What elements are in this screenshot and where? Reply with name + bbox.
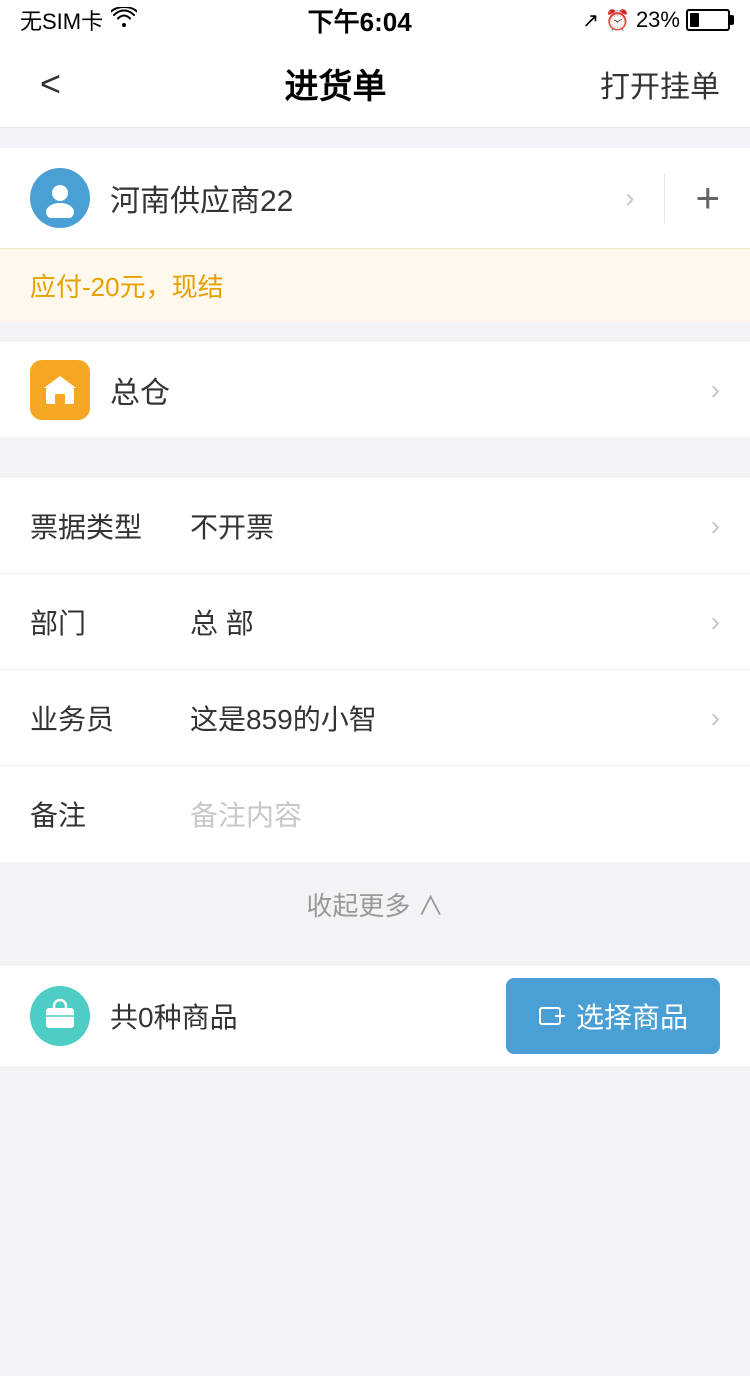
product-icon bbox=[30, 986, 90, 1046]
warehouse-row[interactable]: 总仓 › bbox=[0, 342, 750, 438]
location-icon: ↗ bbox=[582, 8, 599, 33]
alarm-icon: ⏰ bbox=[605, 8, 630, 33]
back-button[interactable]: < bbox=[30, 53, 71, 115]
invoice-type-arrow-icon: › bbox=[711, 510, 720, 542]
battery-icon bbox=[686, 9, 730, 31]
status-right: ↗ ⏰ 23% bbox=[582, 7, 730, 33]
select-product-button[interactable]: 选择商品 bbox=[506, 978, 720, 1054]
bottom-bar: 共0种商品 选择商品 bbox=[0, 966, 750, 1066]
section-gap-3 bbox=[0, 438, 750, 458]
battery-percent: 23% bbox=[636, 7, 680, 33]
warehouse-icon bbox=[30, 360, 90, 420]
carrier-label: 无SIM卡 bbox=[20, 4, 103, 36]
open-pending-button[interactable]: 打开挂单 bbox=[600, 62, 720, 106]
page-title: 进货单 bbox=[285, 59, 387, 108]
department-label: 部门 bbox=[30, 602, 170, 642]
invoice-type-value: 不开票 bbox=[190, 506, 711, 546]
department-value: 总 部 bbox=[190, 602, 711, 642]
remark-value[interactable]: 备注内容 bbox=[190, 794, 720, 834]
status-bar: 无SIM卡 下午6:04 ↗ ⏰ 23% bbox=[0, 0, 750, 40]
salesperson-row[interactable]: 业务员 这是859的小智 › bbox=[0, 670, 750, 766]
section-gap-2 bbox=[0, 322, 750, 342]
notice-bar: 应付-20元，现结 bbox=[0, 248, 750, 322]
status-time: 下午6:04 bbox=[308, 2, 412, 39]
supplier-section[interactable]: 河南供应商22 › + bbox=[0, 148, 750, 248]
department-row[interactable]: 部门 总 部 › bbox=[0, 574, 750, 670]
supplier-divider bbox=[664, 173, 665, 223]
supplier-arrow-icon: › bbox=[625, 182, 634, 214]
salesperson-label: 业务员 bbox=[30, 698, 170, 738]
supplier-name: 河南供应商22 bbox=[110, 176, 625, 220]
department-arrow-icon: › bbox=[711, 606, 720, 638]
select-product-label: 选择商品 bbox=[576, 996, 688, 1036]
product-count-label: 共0种商品 bbox=[110, 996, 506, 1036]
warehouse-arrow-icon: › bbox=[711, 374, 720, 406]
status-left: 无SIM卡 bbox=[20, 4, 137, 36]
wifi-icon bbox=[111, 7, 137, 33]
page-background bbox=[0, 1066, 750, 1376]
invoice-type-label: 票据类型 bbox=[30, 506, 170, 546]
remark-row[interactable]: 备注 备注内容 bbox=[0, 766, 750, 862]
nav-bar: < 进货单 打开挂单 bbox=[0, 40, 750, 128]
section-gap-1 bbox=[0, 128, 750, 148]
remark-label: 备注 bbox=[30, 794, 170, 834]
supplier-avatar bbox=[30, 168, 90, 228]
warehouse-label: 总仓 bbox=[110, 368, 711, 412]
notice-text: 应付-20元，现结 bbox=[30, 272, 224, 302]
section-gap-4 bbox=[0, 944, 750, 964]
form-section: 票据类型 不开票 › 部门 总 部 › 业务员 这是859的小智 › 备注 备注… bbox=[0, 478, 750, 862]
salesperson-arrow-icon: › bbox=[711, 702, 720, 734]
collapse-bar[interactable]: 收起更多 ∧ bbox=[0, 864, 750, 944]
invoice-type-row[interactable]: 票据类型 不开票 › bbox=[0, 478, 750, 574]
add-button[interactable]: + bbox=[695, 174, 720, 222]
salesperson-value: 这是859的小智 bbox=[190, 698, 711, 738]
collapse-label: 收起更多 ∧ bbox=[306, 886, 443, 923]
